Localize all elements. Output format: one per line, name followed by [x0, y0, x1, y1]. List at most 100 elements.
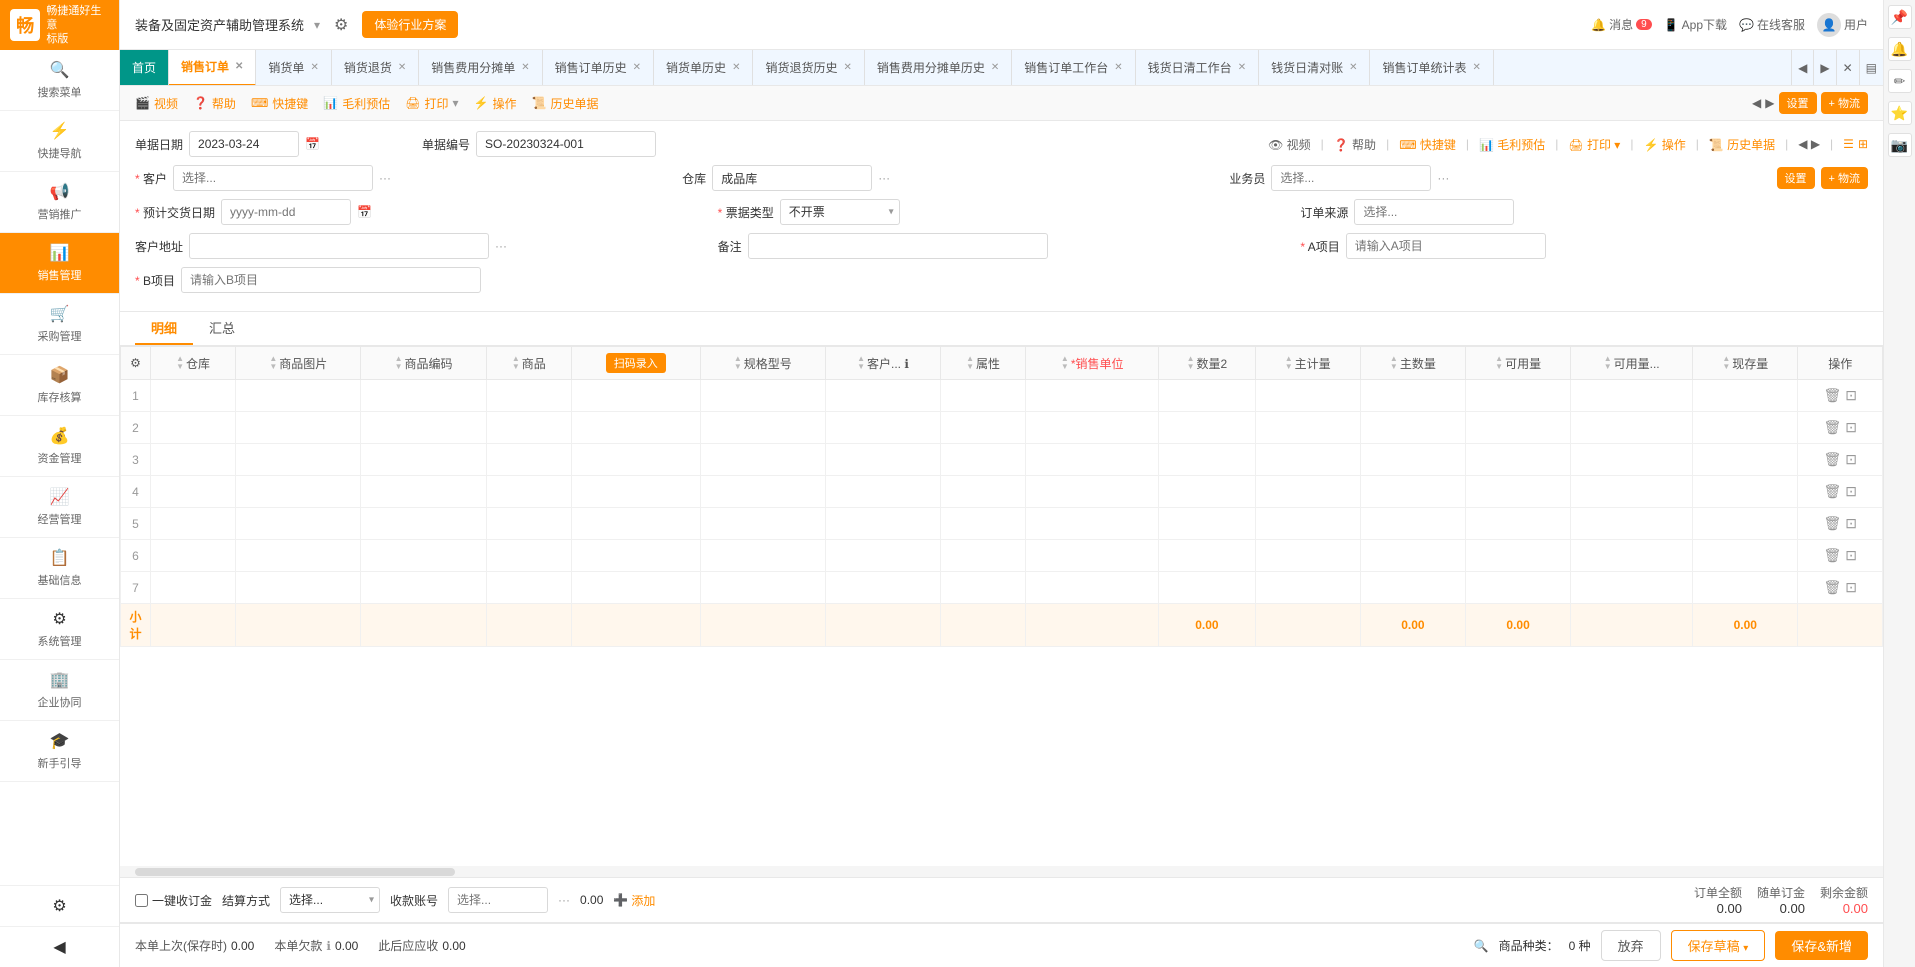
row-sales-unit-4[interactable]	[1026, 476, 1159, 508]
row-sales-unit-5[interactable]	[1026, 508, 1159, 540]
invoice-type-select[interactable]: 不开票 增值税普通发票 增值税专用发票	[780, 199, 900, 225]
copy-icon-5[interactable]: ⊡	[1845, 515, 1857, 532]
next-arrow-icon[interactable]: ▶	[1765, 96, 1774, 110]
row-spec-6[interactable]	[700, 540, 825, 572]
row-main-qty-4[interactable]	[1360, 476, 1465, 508]
delete-icon-2[interactable]: 🗑	[1823, 419, 1841, 436]
row-product-code-1[interactable]	[361, 380, 486, 412]
row-stock-2[interactable]	[1693, 412, 1798, 444]
row-stock-6[interactable]	[1693, 540, 1798, 572]
shortcut-right-icon[interactable]: ⌨ 快捷键	[1399, 136, 1456, 153]
row-product-code-4[interactable]	[361, 476, 486, 508]
row-spec-1[interactable]	[700, 380, 825, 412]
row-scan-7[interactable]	[571, 572, 700, 604]
tab-close-sales-history[interactable]: ✕	[633, 62, 641, 73]
th-warehouse[interactable]: ▲▼仓库	[151, 347, 236, 380]
row-warehouse-4[interactable]	[151, 476, 236, 508]
a-project-input[interactable]	[1346, 233, 1546, 259]
print-right-icon[interactable]: 🖨 打印 ▾	[1568, 136, 1620, 153]
customer-input[interactable]	[173, 165, 373, 191]
row-product-img-5[interactable]	[236, 508, 361, 540]
row-sales-unit-6[interactable]	[1026, 540, 1159, 572]
settings-orange-btn[interactable]: 设置	[1779, 92, 1817, 114]
row-available2-4[interactable]	[1571, 476, 1693, 508]
settings-icon-btn[interactable]: ⚙	[330, 15, 352, 35]
tab-close-sales-return-history[interactable]: ✕	[732, 62, 740, 73]
copy-icon-1[interactable]: ⊡	[1845, 387, 1857, 404]
rp-edit-icon[interactable]: ✏	[1888, 69, 1912, 93]
row-qty2-5[interactable]	[1159, 508, 1255, 540]
profit-right-icon[interactable]: 📊 毛利预估	[1479, 136, 1545, 153]
row-product-img-2[interactable]	[236, 412, 361, 444]
calendar-icon[interactable]: 📅	[305, 137, 320, 151]
warehouse-input[interactable]	[712, 165, 872, 191]
salesperson-input[interactable]	[1271, 165, 1431, 191]
tab-close-sales-report[interactable]: ✕	[1473, 62, 1481, 73]
row-customer-code-7[interactable]	[825, 572, 940, 604]
history-right-icon[interactable]: 📜 历史单据	[1709, 136, 1775, 153]
help-right-icon[interactable]: ❓ 帮助	[1334, 136, 1376, 153]
row-warehouse-3[interactable]	[151, 444, 236, 476]
app-download-item[interactable]: 📱 App下载	[1664, 16, 1727, 33]
date-input[interactable]	[189, 131, 299, 157]
sidebar-item-base-info[interactable]: 📋基础信息	[0, 538, 119, 599]
row-attribute-3[interactable]	[941, 444, 1026, 476]
row-stock-7[interactable]	[1693, 572, 1798, 604]
row-attribute-5[interactable]	[941, 508, 1026, 540]
shortcut-item[interactable]: ⌨ 快捷键	[251, 95, 308, 112]
row-product-code-7[interactable]	[361, 572, 486, 604]
operation-item[interactable]: ⚡ 操作	[474, 95, 517, 112]
tab-close-sales-return[interactable]: ✕	[310, 62, 318, 73]
th-settings[interactable]: ⚙	[121, 347, 151, 380]
salesperson-dots-icon[interactable]: ···	[1437, 171, 1449, 185]
sidebar-item-guide[interactable]: 🎓新手引导	[0, 721, 119, 782]
tab-cash-daily[interactable]: 钱货日清工作台✕	[1136, 50, 1259, 86]
one-click-settle-item[interactable]: 一键收订金	[135, 892, 212, 909]
tabbar-more-icon[interactable]: ▤	[1859, 50, 1883, 86]
th-qty2[interactable]: ▲▼数量2	[1159, 347, 1255, 380]
row-scan-6[interactable]	[571, 540, 700, 572]
th-available2[interactable]: ▲▼可用量...	[1571, 347, 1693, 380]
view-icon[interactable]: 👁 视频	[1268, 136, 1311, 153]
row-stock-3[interactable]	[1693, 444, 1798, 476]
row-product-1[interactable]	[486, 380, 571, 412]
rp-bell-icon[interactable]: 🔔	[1888, 37, 1912, 61]
sidebar-item-finance[interactable]: 💰资金管理	[0, 416, 119, 477]
row-product-5[interactable]	[486, 508, 571, 540]
row-available2-6[interactable]	[1571, 540, 1693, 572]
row-customer-code-2[interactable]	[825, 412, 940, 444]
row-product-img-3[interactable]	[236, 444, 361, 476]
row-qty2-4[interactable]	[1159, 476, 1255, 508]
th-stock[interactable]: ▲▼现存量	[1693, 347, 1798, 380]
tab-close-sales-refund-history[interactable]: ✕	[843, 62, 851, 73]
orange-grid-icon[interactable]: ⊞	[1858, 137, 1868, 151]
add-material-form-btn[interactable]: + 物流	[1821, 167, 1868, 189]
row-scan-4[interactable]	[571, 476, 700, 508]
row-product-6[interactable]	[486, 540, 571, 572]
row-available2-7[interactable]	[1571, 572, 1693, 604]
tab-close-sales-fee[interactable]: ✕	[521, 62, 529, 73]
th-customer-code[interactable]: ▲▼客户... ℹ	[825, 347, 940, 380]
help-item[interactable]: ❓ 帮助	[193, 95, 236, 112]
tab-sales-report[interactable]: 销售订单统计表✕	[1370, 50, 1493, 86]
th-sales-unit[interactable]: ▲▼*销售单位	[1026, 347, 1159, 380]
online-service-item[interactable]: 💬 在线客服	[1739, 16, 1805, 33]
sidebar-item-business[interactable]: 📈经营管理	[0, 477, 119, 538]
delete-icon-3[interactable]: 🗑	[1823, 451, 1841, 468]
row-qty2-3[interactable]	[1159, 444, 1255, 476]
profit-item[interactable]: 📊 毛利预估	[323, 95, 390, 112]
row-main-qty-6[interactable]	[1360, 540, 1465, 572]
row-available-1[interactable]	[1466, 380, 1571, 412]
row-main-qty-1[interactable]	[1360, 380, 1465, 412]
copy-icon-7[interactable]: ⊡	[1845, 579, 1857, 596]
row-product-code-3[interactable]	[361, 444, 486, 476]
account-input[interactable]	[448, 887, 548, 913]
rp-pin-icon[interactable]: 📌	[1888, 5, 1912, 29]
save-draft-chevron-icon[interactable]: ▾	[1743, 943, 1748, 954]
th-product[interactable]: ▲▼商品	[486, 347, 571, 380]
tab-close-sales-fee-history[interactable]: ✕	[991, 62, 999, 73]
sidebar-item-enterprise[interactable]: 🏢企业协同	[0, 660, 119, 721]
row-product-7[interactable]	[486, 572, 571, 604]
rp-camera-icon[interactable]: 📷	[1888, 133, 1912, 157]
tab-sales-fee-history[interactable]: 销售费用分摊单历史✕	[865, 50, 1012, 86]
